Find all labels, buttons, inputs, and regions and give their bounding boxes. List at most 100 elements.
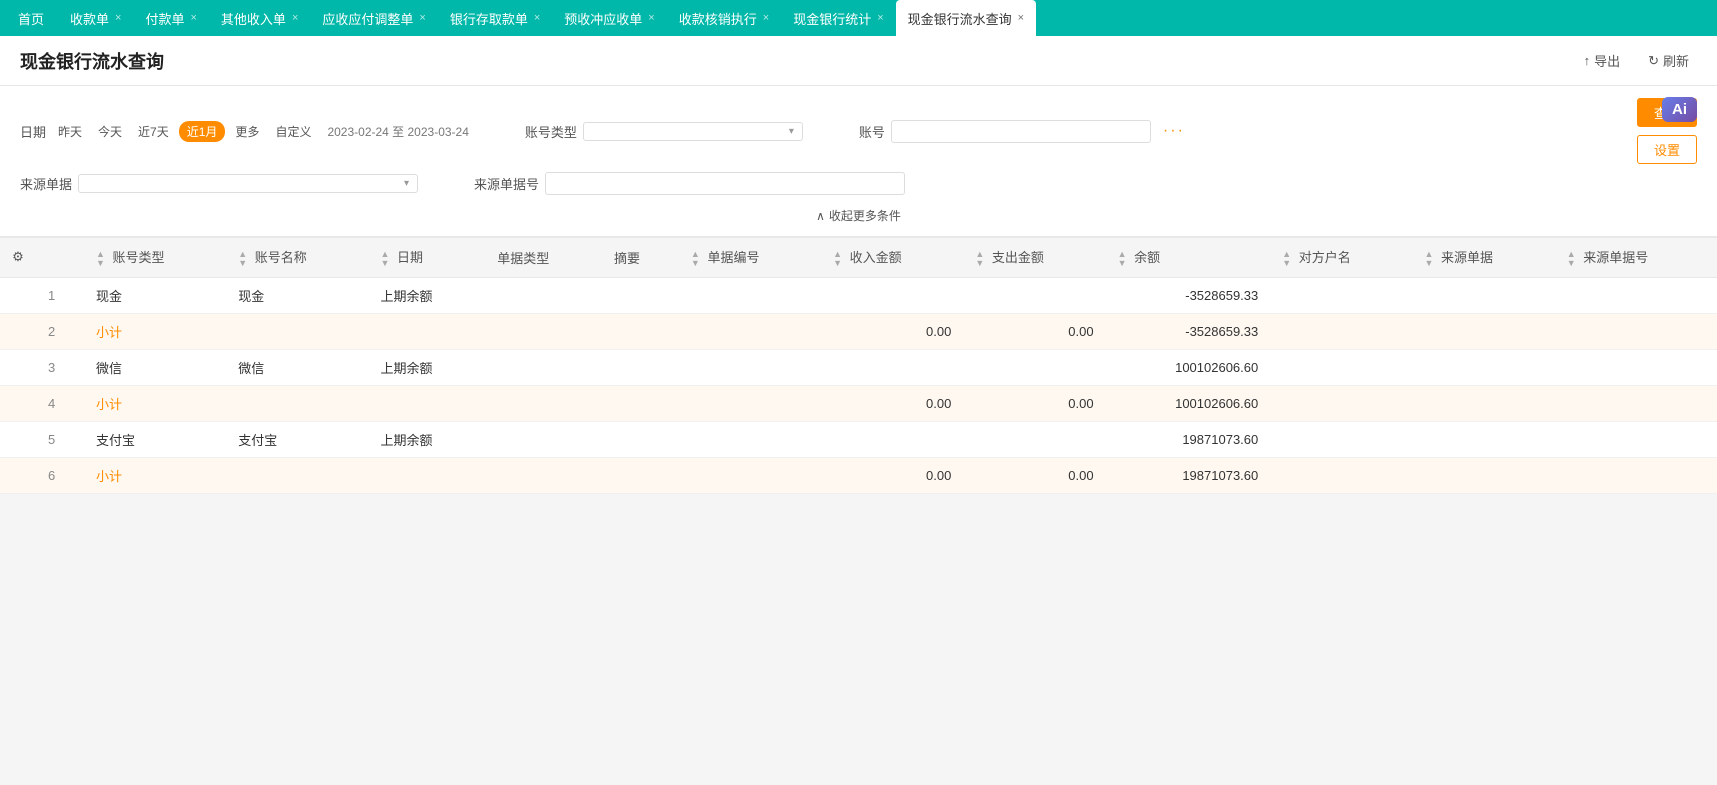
table-cell: 0.00 [963, 313, 1105, 349]
table-row[interactable]: 5支付宝支付宝上期余额19871073.60 [0, 421, 1717, 457]
date-btn-custom[interactable]: 自定义 [269, 121, 317, 142]
table-cell: 6 [36, 457, 84, 493]
close-icon[interactable]: × [534, 12, 540, 24]
account-input[interactable] [891, 120, 1151, 143]
table-cell [679, 385, 821, 421]
table-cell [368, 313, 485, 349]
table-cell: 支付宝 [84, 421, 226, 457]
table-cell [0, 349, 36, 385]
table-cell [602, 313, 679, 349]
column-date[interactable]: ▲▼ 日期 [368, 238, 485, 278]
nav-tab-tiaozheng[interactable]: 应收应付调整单 × [310, 0, 437, 36]
sort-icon: ▲▼ [380, 250, 389, 268]
table-cell [679, 277, 821, 313]
table-cell [226, 385, 368, 421]
column-source-doc[interactable]: ▲▼ 来源单据 [1412, 238, 1554, 278]
column-balance[interactable]: ▲▼ 余额 [1106, 238, 1271, 278]
column-counterparty[interactable]: ▲▼ 对方户名 [1270, 238, 1412, 278]
table-cell: 小计 [84, 313, 226, 349]
table-cell: 上期余额 [368, 349, 485, 385]
sort-icon: ▲▼ [833, 250, 842, 268]
table-cell: 19871073.60 [1106, 421, 1271, 457]
table-cell: 4 [36, 385, 84, 421]
table-row[interactable]: 4小计0.000.00100102606.60 [0, 385, 1717, 421]
table-cell [0, 277, 36, 313]
table-cell [1412, 313, 1554, 349]
table-row[interactable]: 3微信微信上期余额100102606.60 [0, 349, 1717, 385]
ai-assistant-badge[interactable]: Ai [1662, 97, 1697, 122]
table-cell [679, 457, 821, 493]
close-icon[interactable]: × [115, 12, 121, 24]
table-cell: 上期余额 [368, 421, 485, 457]
date-btn-1month[interactable]: 近1月 [179, 121, 226, 142]
nav-tab-qitashouru[interactable]: 其他收入单 × [209, 0, 310, 36]
table-cell: 微信 [226, 349, 368, 385]
sort-icon: ▲▼ [1424, 250, 1433, 268]
nav-tab-liushui[interactable]: 现金银行流水查询 × [896, 0, 1036, 36]
column-summary: 摘要 [602, 238, 679, 278]
table-cell [0, 421, 36, 457]
column-income[interactable]: ▲▼ 收入金额 [821, 238, 963, 278]
date-btn-more[interactable]: 更多 [229, 121, 265, 142]
settings-button[interactable]: 设置 [1637, 135, 1697, 164]
sort-icon: ▲▼ [1567, 250, 1576, 268]
date-btn-7days[interactable]: 近7天 [132, 121, 175, 142]
chevron-down-icon: ▾ [789, 126, 794, 137]
table-cell [485, 349, 602, 385]
data-table: ⚙ ▲▼ 账号类型 ▲▼ 账号名称 ▲▼ 日期 单据类型 [0, 237, 1717, 494]
refresh-button[interactable]: ↻ 刷新 [1640, 47, 1697, 74]
column-source-doc-no[interactable]: ▲▼ 来源单据号 [1555, 238, 1717, 278]
column-account-name[interactable]: ▲▼ 账号名称 [226, 238, 368, 278]
close-icon[interactable]: × [877, 12, 883, 24]
nav-tab-shoukuan[interactable]: 收款单 × [58, 0, 133, 36]
collapse-bar[interactable]: ∧ 收起更多条件 [20, 203, 1697, 228]
nav-tab-yushou[interactable]: 预收冲应收单 × [552, 0, 666, 36]
nav-tab-fukuan[interactable]: 付款单 × [133, 0, 208, 36]
export-button[interactable]: ↑ 导出 [1576, 47, 1629, 74]
sort-icon: ▲▼ [1118, 250, 1127, 268]
table-row[interactable]: 1现金现金上期余额-3528659.33 [0, 277, 1717, 313]
close-icon[interactable]: × [1018, 12, 1024, 24]
nav-tab-hexiao[interactable]: 收款核销执行 × [667, 0, 781, 36]
table-cell [1412, 277, 1554, 313]
table-cell [226, 457, 368, 493]
table-cell: 0.00 [963, 385, 1105, 421]
source-doc-no-input[interactable] [545, 172, 905, 195]
table-cell [1270, 421, 1412, 457]
column-expense[interactable]: ▲▼ 支出金额 [963, 238, 1105, 278]
table-row[interactable]: 6小计0.000.0019871073.60 [0, 457, 1717, 493]
table-cell: 小计 [84, 457, 226, 493]
close-icon[interactable]: × [292, 12, 298, 24]
column-doc-no[interactable]: ▲▼ 单据编号 [679, 238, 821, 278]
table-cell [485, 457, 602, 493]
date-btn-yesterday[interactable]: 昨天 [52, 121, 88, 142]
page-header: 现金银行流水查询 ↑ 导出 ↻ 刷新 [0, 36, 1717, 86]
table-cell: 支付宝 [226, 421, 368, 457]
column-account-type[interactable]: ▲▼ 账号类型 [84, 238, 226, 278]
nav-tab-yinhang[interactable]: 银行存取款单 × [438, 0, 552, 36]
nav-tab-tongji[interactable]: 现金银行统计 × [781, 0, 895, 36]
table-cell: 0.00 [821, 313, 963, 349]
account-label: 账号 [859, 122, 885, 141]
nav-home[interactable]: 首页 [4, 0, 58, 36]
table-cell: 上期余额 [368, 277, 485, 313]
date-filter: 日期 昨天 今天 近7天 近1月 更多 自定义 2023-02-24 至 202… [20, 121, 469, 142]
close-icon[interactable]: × [763, 12, 769, 24]
source-doc-no-label: 来源单据号 [474, 174, 539, 193]
sort-icon: ▲▼ [1282, 250, 1291, 268]
close-icon[interactable]: × [648, 12, 654, 24]
page-title: 现金银行流水查询 [20, 48, 164, 74]
gear-icon[interactable]: ⚙ [12, 249, 24, 264]
table-cell [368, 385, 485, 421]
source-doc-select[interactable]: ▾ [78, 174, 418, 193]
table-cell [963, 277, 1105, 313]
account-type-select[interactable]: ▾ [583, 122, 803, 141]
table-cell [1412, 349, 1554, 385]
table-row[interactable]: 2小计0.000.00-3528659.33 [0, 313, 1717, 349]
close-icon[interactable]: × [419, 12, 425, 24]
dots-button[interactable]: ··· [1157, 122, 1191, 140]
table-cell [1270, 349, 1412, 385]
table-cell [1270, 313, 1412, 349]
close-icon[interactable]: × [190, 12, 196, 24]
date-btn-today[interactable]: 今天 [92, 121, 128, 142]
